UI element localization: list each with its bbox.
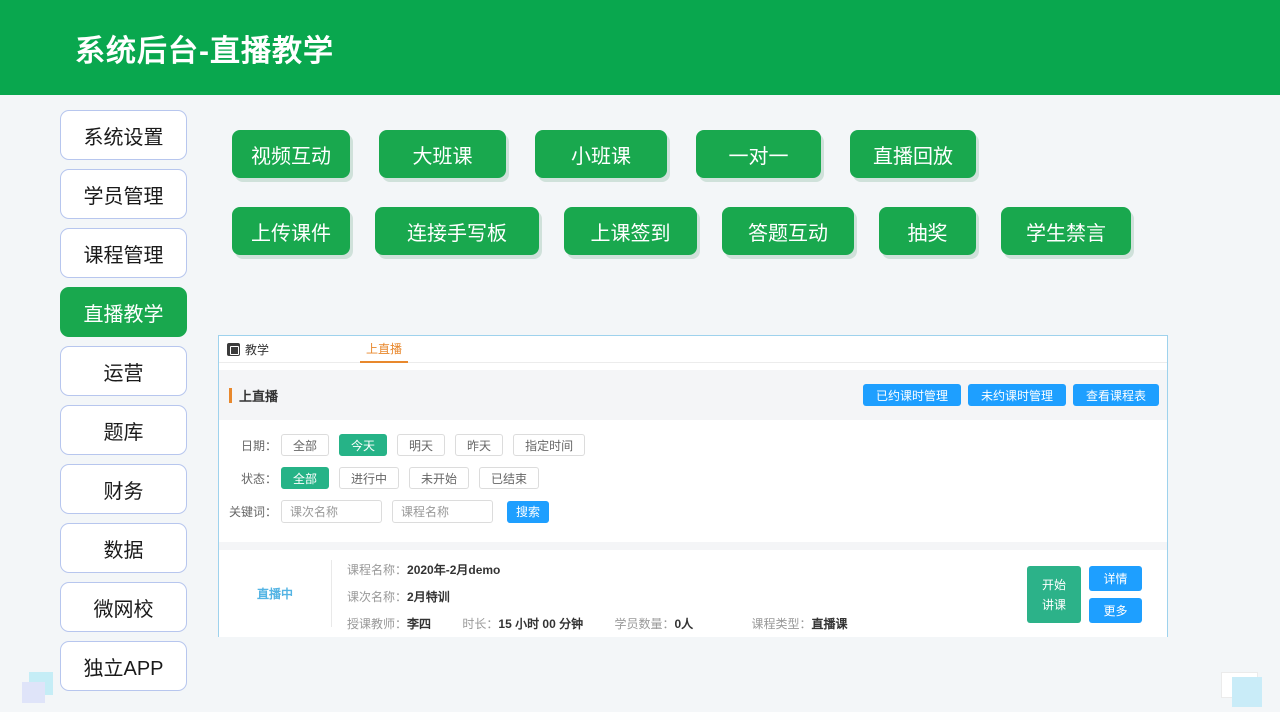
view-schedule-button[interactable]: 查看课程表 <box>1073 384 1159 406</box>
course-name-line: 课程名称：2020年-2月demo <box>347 561 876 578</box>
status-column: 直播中 <box>219 550 331 637</box>
teach-app-icon <box>227 343 240 356</box>
date-chip-today[interactable]: 今天 <box>339 434 387 456</box>
feature-quiz-interaction[interactable]: 答题互动 <box>722 207 854 255</box>
course-name-input[interactable] <box>392 500 493 523</box>
feature-mute-students[interactable]: 学生禁言 <box>1001 207 1131 255</box>
sidebar-item-question-bank[interactable]: 题库 <box>60 405 187 455</box>
sidebar-item-live-teaching[interactable]: 直播教学 <box>60 287 187 337</box>
unbooked-sessions-button[interactable]: 未约课时管理 <box>968 384 1066 406</box>
status-chip-all[interactable]: 全部 <box>281 467 329 489</box>
teacher-value: 李四 <box>407 617 431 631</box>
status-filter-label: 状态： <box>225 470 277 487</box>
course-type-value: 直播课 <box>812 617 848 631</box>
admin-panel: 教学 上直播 上直播 已约课时管理 未约课时管理 查看课程表 日期： 全部 今天… <box>218 335 1168 637</box>
spacer <box>219 363 1167 370</box>
feature-large-class[interactable]: 大班课 <box>379 130 506 178</box>
feature-class-checkin[interactable]: 上课签到 <box>564 207 697 255</box>
sidebar-item-course-management[interactable]: 课程管理 <box>60 228 187 278</box>
app-label: 教学 <box>245 341 269 358</box>
feature-live-replay[interactable]: 直播回放 <box>850 130 976 178</box>
status-chip-not-started[interactable]: 未开始 <box>409 467 469 489</box>
feature-row-2: 上传课件 连接手写板 上课签到 答题互动 抽奖 学生禁言 <box>232 207 1131 255</box>
status-chip-ongoing[interactable]: 进行中 <box>339 467 399 489</box>
bottom-strip <box>0 712 1280 720</box>
decor-square-lavender-left <box>22 682 45 703</box>
course-type-label: 课程类型： <box>751 617 811 631</box>
status-filter-row: 状态： 全部 进行中 未开始 已结束 <box>225 467 1167 489</box>
detail-button[interactable]: 详情 <box>1089 566 1142 591</box>
duration-group: 时长：15 小时 00 分钟 <box>462 617 583 631</box>
feature-row-1: 视频互动 大班课 小班课 一对一 直播回放 <box>232 130 976 178</box>
section-titlebar: 上直播 已约课时管理 未约课时管理 查看课程表 <box>219 370 1167 420</box>
tab-go-live[interactable]: 上直播 <box>359 336 409 363</box>
feature-video-interaction[interactable]: 视频互动 <box>232 130 350 178</box>
lesson-name-line: 课次名称：2月特训 <box>347 588 876 605</box>
sidebar-item-data[interactable]: 数据 <box>60 523 187 573</box>
sidebar-item-system-settings[interactable]: 系统设置 <box>60 110 187 160</box>
date-chip-yesterday[interactable]: 昨天 <box>455 434 503 456</box>
lesson-name-label: 课次名称： <box>347 590 407 604</box>
live-status-badge: 直播中 <box>257 585 293 602</box>
spacer <box>219 542 1167 550</box>
status-chip-ended[interactable]: 已结束 <box>479 467 539 489</box>
more-button[interactable]: 更多 <box>1089 598 1142 623</box>
course-meta-line: 授课教师：李四 时长：15 小时 00 分钟 学员数量：0人 课程类型：直播课 <box>347 615 876 632</box>
duration-value: 15 小时 00 分钟 <box>498 617 583 631</box>
feature-small-class[interactable]: 小班课 <box>535 130 667 178</box>
feature-upload-courseware[interactable]: 上传课件 <box>232 207 350 255</box>
date-chip-all[interactable]: 全部 <box>281 434 329 456</box>
keyword-filter-label: 关键词： <box>225 503 277 520</box>
section-title-text: 上直播 <box>239 386 278 405</box>
students-label: 学员数量： <box>614 617 674 631</box>
sidebar: 系统设置 学员管理 课程管理 直播教学 运营 题库 财务 数据 微网校 独立AP… <box>60 110 187 700</box>
search-button[interactable]: 搜索 <box>507 501 549 523</box>
sidebar-item-finance[interactable]: 财务 <box>60 464 187 514</box>
course-name-label: 课程名称： <box>347 563 407 577</box>
feature-one-on-one[interactable]: 一对一 <box>696 130 821 178</box>
lesson-name-input[interactable] <box>281 500 382 523</box>
start-teaching-button[interactable]: 开始讲课 <box>1027 566 1081 623</box>
orange-accent-bar <box>229 388 232 403</box>
course-details: 课程名称：2020年-2月demo 课次名称：2月特训 授课教师：李四 时长：1… <box>332 550 876 637</box>
teacher-label: 授课教师： <box>347 617 407 631</box>
page-header: 系统后台-直播教学 <box>0 0 1280 95</box>
duration-label: 时长： <box>462 617 498 631</box>
lesson-name-value: 2月特训 <box>407 590 450 604</box>
sidebar-item-student-management[interactable]: 学员管理 <box>60 169 187 219</box>
type-group: 课程类型：直播课 <box>751 617 847 631</box>
panel-actions: 已约课时管理 未约课时管理 查看课程表 <box>863 384 1159 406</box>
date-filter-label: 日期： <box>225 437 277 454</box>
booked-sessions-button[interactable]: 已约课时管理 <box>863 384 961 406</box>
sidebar-item-standalone-app[interactable]: 独立APP <box>60 641 187 691</box>
panel-tabbar: 教学 上直播 <box>219 336 1167 363</box>
page-title: 系统后台-直播教学 <box>75 26 334 70</box>
filter-area: 日期： 全部 今天 明天 昨天 指定时间 状态： 全部 进行中 未开始 已结束 … <box>219 420 1167 542</box>
keyword-filter-row: 关键词： 搜索 <box>225 500 1167 523</box>
date-chip-custom[interactable]: 指定时间 <box>513 434 585 456</box>
feature-lottery[interactable]: 抽奖 <box>879 207 976 255</box>
course-row: 直播中 课程名称：2020年-2月demo 课次名称：2月特训 授课教师：李四 … <box>219 550 1167 637</box>
decor-square-cyan-right <box>1232 677 1262 707</box>
students-group: 学员数量：0人 <box>614 617 693 631</box>
section-title: 上直播 <box>229 386 278 405</box>
teacher-group: 授课教师：李四 <box>347 617 431 631</box>
sidebar-item-micro-school[interactable]: 微网校 <box>60 582 187 632</box>
date-filter-row: 日期： 全部 今天 明天 昨天 指定时间 <box>225 434 1167 456</box>
sidebar-item-operations[interactable]: 运营 <box>60 346 187 396</box>
students-value: 0人 <box>674 617 693 631</box>
feature-connect-tablet[interactable]: 连接手写板 <box>375 207 539 255</box>
course-name-value: 2020年-2月demo <box>407 563 500 577</box>
date-chip-tomorrow[interactable]: 明天 <box>397 434 445 456</box>
